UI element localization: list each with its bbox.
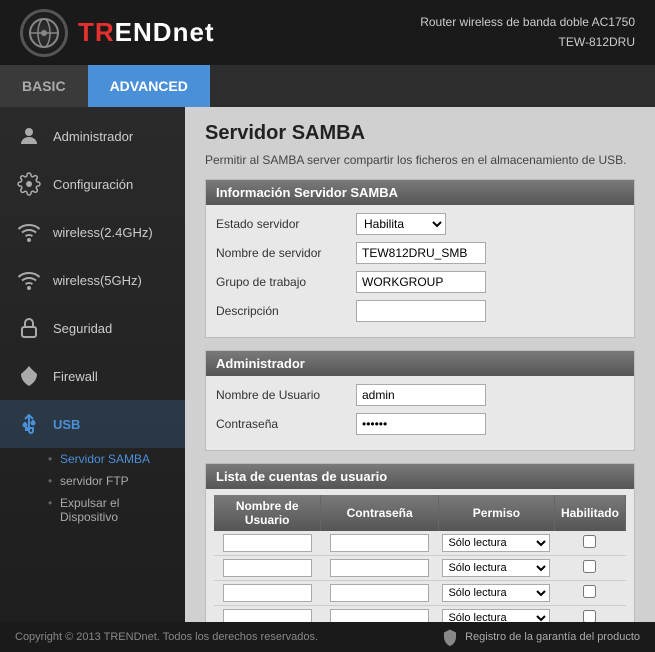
table-row: Sólo lecturaLectura/Escritura [214, 581, 626, 606]
footer: Copyright © 2013 TRENDnet. Todos los der… [0, 622, 655, 652]
user-permiso-select[interactable]: Sólo lecturaLectura/Escritura [442, 584, 550, 602]
user-contrasena-input[interactable] [330, 534, 429, 552]
table-row: Sólo lecturaLectura/Escritura [214, 531, 626, 556]
page-description: Permitir al SAMBA server compartir los f… [205, 153, 635, 167]
section-lista-header: Lista de cuentas de usuario [206, 464, 634, 489]
user-habilitado-checkbox[interactable] [583, 585, 596, 598]
row-usuario-admin: Nombre de Usuario [216, 384, 624, 406]
section-lista: Lista de cuentas de usuario Nombre de Us… [205, 463, 635, 622]
section-lista-body: Nombre de Usuario Contraseña Permiso Hab… [206, 489, 634, 622]
sidebar-item-wireless5[interactable]: wireless(5GHz) [0, 256, 185, 304]
registro-text: Registro de la garantía del producto [465, 631, 640, 643]
label-descripcion: Descripción [216, 304, 356, 318]
user-contrasena-input[interactable] [330, 559, 429, 577]
admin-icon [15, 122, 43, 150]
firewall-icon [15, 362, 43, 390]
section-admin: Administrador Nombre de Usuario Contrase… [205, 350, 635, 451]
row-contrasena-admin: Contraseña [216, 413, 624, 435]
user-contrasena-input[interactable] [330, 584, 429, 602]
label-contrasena-admin: Contraseña [216, 417, 356, 431]
sidebar-sub-usb: Servidor SAMBA servidor FTP Expulsar el … [0, 448, 185, 528]
tab-advanced[interactable]: ADVANCED [88, 65, 210, 107]
row-estado: Estado servidor Habilita Deshabilita [216, 213, 624, 235]
row-nombre-servidor: Nombre de servidor [216, 242, 624, 264]
user-nombre-input[interactable] [223, 609, 312, 622]
sidebar-label-wireless24: wireless(2.4GHz) [53, 225, 153, 240]
section-info-samba: Información Servidor SAMBA Estado servid… [205, 179, 635, 338]
user-nombre-input[interactable] [223, 584, 312, 602]
user-habilitado-checkbox[interactable] [583, 535, 596, 548]
sidebar-sub-servidor-ftp[interactable]: servidor FTP [20, 470, 185, 492]
input-descripcion[interactable] [356, 300, 486, 322]
wifi24-icon [15, 218, 43, 246]
content-area: Servidor SAMBA Permitir al SAMBA server … [185, 107, 655, 622]
label-estado: Estado servidor [216, 217, 356, 231]
user-accounts-table: Nombre de Usuario Contraseña Permiso Hab… [214, 495, 626, 622]
sidebar-label-usb: USB [53, 417, 80, 432]
shield-icon [441, 628, 459, 646]
user-habilitado-checkbox[interactable] [583, 610, 596, 622]
section-admin-header: Administrador [206, 351, 634, 376]
sidebar-label-seguridad: Seguridad [53, 321, 112, 336]
label-nombre-servidor: Nombre de servidor [216, 246, 356, 260]
config-icon [15, 170, 43, 198]
sidebar-sub-servidor-samba[interactable]: Servidor SAMBA [20, 448, 185, 470]
input-grupo[interactable] [356, 271, 486, 293]
sidebar-item-firewall[interactable]: Firewall [0, 352, 185, 400]
usb-icon [15, 410, 43, 438]
copyright-text: Copyright © 2013 TRENDnet. Todos los der… [15, 631, 318, 643]
col-permiso: Permiso [438, 495, 554, 531]
sidebar-item-configuracion[interactable]: Configuración [0, 160, 185, 208]
user-habilitado-checkbox[interactable] [583, 560, 596, 573]
col-nombre: Nombre de Usuario [214, 495, 321, 531]
user-permiso-select[interactable]: Sólo lecturaLectura/Escritura [442, 609, 550, 622]
label-grupo: Grupo de trabajo [216, 275, 356, 289]
wifi5-icon [15, 266, 43, 294]
row-grupo: Grupo de trabajo [216, 271, 624, 293]
sidebar: Administrador Configuración [0, 107, 185, 622]
sidebar-item-wireless24[interactable]: wireless(2.4GHz) [0, 208, 185, 256]
logo-text: TRENDnet [78, 17, 215, 48]
section-admin-body: Nombre de Usuario Contraseña [206, 376, 634, 450]
sidebar-label-configuracion: Configuración [53, 177, 133, 192]
col-contrasena: Contraseña [321, 495, 439, 531]
logo-icon [20, 9, 68, 57]
tab-bar: BASIC ADVANCED [0, 65, 655, 107]
user-nombre-input[interactable] [223, 559, 312, 577]
col-habilitado: Habilitado [554, 495, 625, 531]
security-icon [15, 314, 43, 342]
user-permiso-select[interactable]: Sólo lecturaLectura/Escritura [442, 559, 550, 577]
user-contrasena-input[interactable] [330, 609, 429, 622]
select-estado[interactable]: Habilita Deshabilita [356, 213, 446, 235]
tab-basic[interactable]: BASIC [0, 65, 88, 107]
section-info-body: Estado servidor Habilita Deshabilita Nom… [206, 205, 634, 337]
sidebar-item-administrador[interactable]: Administrador [0, 112, 185, 160]
input-usuario-admin[interactable] [356, 384, 486, 406]
row-descripcion: Descripción [216, 300, 624, 322]
logo-area: TRENDnet [20, 9, 215, 57]
page-title: Servidor SAMBA [205, 122, 635, 145]
sidebar-item-usb[interactable]: USB [0, 400, 185, 448]
sidebar-label-firewall: Firewall [53, 369, 98, 384]
header: TRENDnet Router wireless de banda doble … [0, 0, 655, 65]
input-contrasena-admin[interactable] [356, 413, 486, 435]
main-layout: Administrador Configuración [0, 107, 655, 622]
footer-right: Registro de la garantía del producto [441, 628, 640, 646]
user-nombre-input[interactable] [223, 534, 312, 552]
input-nombre-servidor[interactable] [356, 242, 486, 264]
table-row: Sólo lecturaLectura/Escritura [214, 606, 626, 623]
sidebar-label-wireless5: wireless(5GHz) [53, 273, 142, 288]
sidebar-label-administrador: Administrador [53, 129, 133, 144]
user-permiso-select[interactable]: Sólo lecturaLectura/Escritura [442, 534, 550, 552]
section-info-header: Información Servidor SAMBA [206, 180, 634, 205]
device-info: Router wireless de banda doble AC1750 TE… [420, 13, 635, 51]
sidebar-sub-expulsar[interactable]: Expulsar el Dispositivo [20, 492, 185, 528]
table-row: Sólo lecturaLectura/Escritura [214, 556, 626, 581]
sidebar-item-seguridad[interactable]: Seguridad [0, 304, 185, 352]
label-usuario-admin: Nombre de Usuario [216, 388, 356, 402]
device-info-line2: TEW-812DRU [420, 33, 635, 52]
device-info-line1: Router wireless de banda doble AC1750 [420, 13, 635, 32]
